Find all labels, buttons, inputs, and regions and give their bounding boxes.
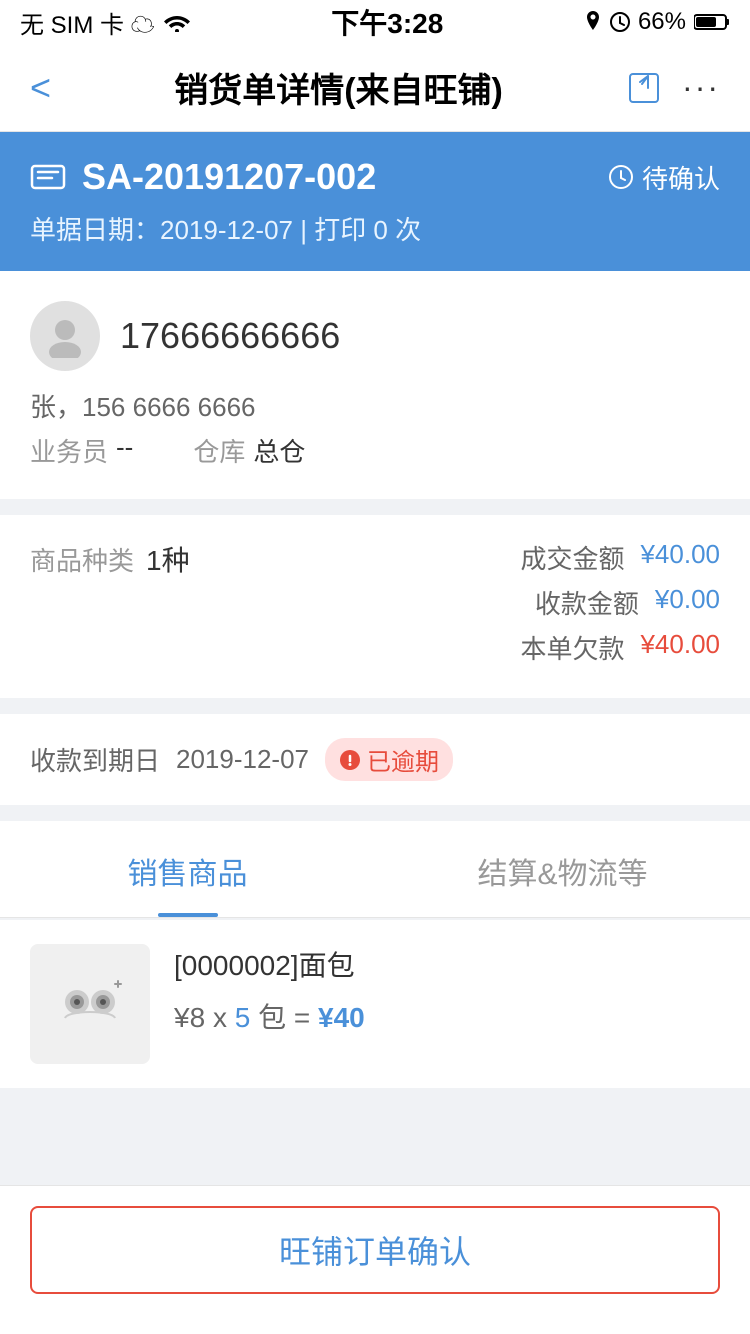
wifi-icon <box>163 12 191 32</box>
more-button[interactable]: ··· <box>682 69 720 106</box>
customer-phone: 17666666666 <box>120 315 340 357</box>
location-icon <box>584 11 602 33</box>
nav-bar: < 销货单详情(来自旺铺) ··· <box>0 44 750 132</box>
due-section: 收款到期日 2019-12-07 已逾期 <box>0 714 750 805</box>
product-name: [0000002]面包 <box>174 944 720 984</box>
product-kind-value: 1种 <box>146 539 190 579</box>
payment-label: 收款金额 <box>535 584 639 621</box>
equals-sign: = <box>294 1002 318 1033</box>
bottom-bar: 旺铺订单确认 <box>0 1185 750 1334</box>
order-icon <box>30 162 66 192</box>
tabs-section: 销售商品 结算&物流等 <box>0 821 750 918</box>
battery-label: 66% <box>638 8 686 36</box>
product-kind-label: 商品种类 <box>30 541 134 578</box>
total-price: ¥40 <box>318 1002 365 1033</box>
status-bar: 无 SIM 卡 ☁ 下午3:28 66% <box>0 0 750 44</box>
customer-section: 17666666666 张，156 6666 6666 业务员 -- 仓库 总仓 <box>0 271 750 499</box>
amount-section: 商品种类 1种 成交金额 ¥40.00 收款金额 ¥0.00 本单欠款 ¥40.… <box>0 515 750 698</box>
status-right: 66% <box>584 8 730 36</box>
share-icon[interactable] <box>626 70 662 106</box>
payment-amount: ¥0.00 <box>655 584 720 621</box>
nav-right[interactable]: ··· <box>626 69 720 106</box>
tab-settlement[interactable]: 结算&物流等 <box>375 821 750 917</box>
customer-name-detail: 张，156 6666 6666 <box>30 387 720 424</box>
status-left: 无 SIM 卡 ☁ <box>20 5 191 40</box>
order-status: 待确认 <box>608 159 720 196</box>
due-date: 2019-12-07 <box>176 744 309 775</box>
order-id: SA-20191207-002 <box>82 156 376 198</box>
sim-label: 无 SIM 卡 ☁ <box>20 5 155 40</box>
tab-sales-goods[interactable]: 销售商品 <box>0 821 375 917</box>
product-price: ¥8 x 5 包 = ¥40 <box>174 996 720 1036</box>
warehouse-label: 仓库 <box>193 432 245 469</box>
owed-label: 本单欠款 <box>520 629 624 666</box>
avatar <box>30 301 100 371</box>
clock-status-icon <box>608 164 634 190</box>
product-info: [0000002]面包 ¥8 x 5 包 = ¥40 <box>174 944 720 1036</box>
nav-left[interactable]: < <box>30 67 51 109</box>
page-title: 销货单详情(来自旺铺) <box>174 63 503 112</box>
status-label: 待确认 <box>642 159 720 196</box>
due-label: 收款到期日 <box>30 741 160 778</box>
confirm-button[interactable]: 旺铺订单确认 <box>30 1206 720 1294</box>
unit-price: ¥8 <box>174 1002 205 1033</box>
product-section: [0000002]面包 ¥8 x 5 包 = ¥40 <box>0 920 750 1088</box>
product-thumbnail <box>30 944 150 1064</box>
overdue-badge: 已逾期 <box>325 738 453 781</box>
clock-icon <box>610 12 630 32</box>
warning-icon <box>339 749 361 771</box>
warehouse-value: 总仓 <box>253 432 305 469</box>
salesperson-value: -- <box>116 432 133 469</box>
unit: 包 <box>258 1002 286 1033</box>
header-date: 单据日期：2019-12-07 | 打印 0 次 <box>30 210 720 247</box>
amount-right: 成交金额 ¥40.00 收款金额 ¥0.00 本单欠款 ¥40.00 <box>520 539 720 674</box>
tabs-row: 销售商品 结算&物流等 <box>0 821 750 918</box>
transaction-amount: ¥40.00 <box>640 539 720 576</box>
battery-icon <box>694 13 730 31</box>
overdue-text: 已逾期 <box>367 742 439 777</box>
product-item: [0000002]面包 ¥8 x 5 包 = ¥40 <box>30 944 720 1064</box>
status-time: 下午3:28 <box>331 2 443 42</box>
header-card: SA-20191207-002 待确认 单据日期：2019-12-07 | 打印… <box>0 132 750 271</box>
multiply-sign: x <box>213 1002 235 1033</box>
transaction-label: 成交金额 <box>520 539 624 576</box>
quantity: 5 <box>235 1002 251 1033</box>
owed-amount: ¥40.00 <box>640 629 720 666</box>
salesperson-label: 业务员 <box>30 432 108 469</box>
back-button[interactable]: < <box>30 67 51 109</box>
